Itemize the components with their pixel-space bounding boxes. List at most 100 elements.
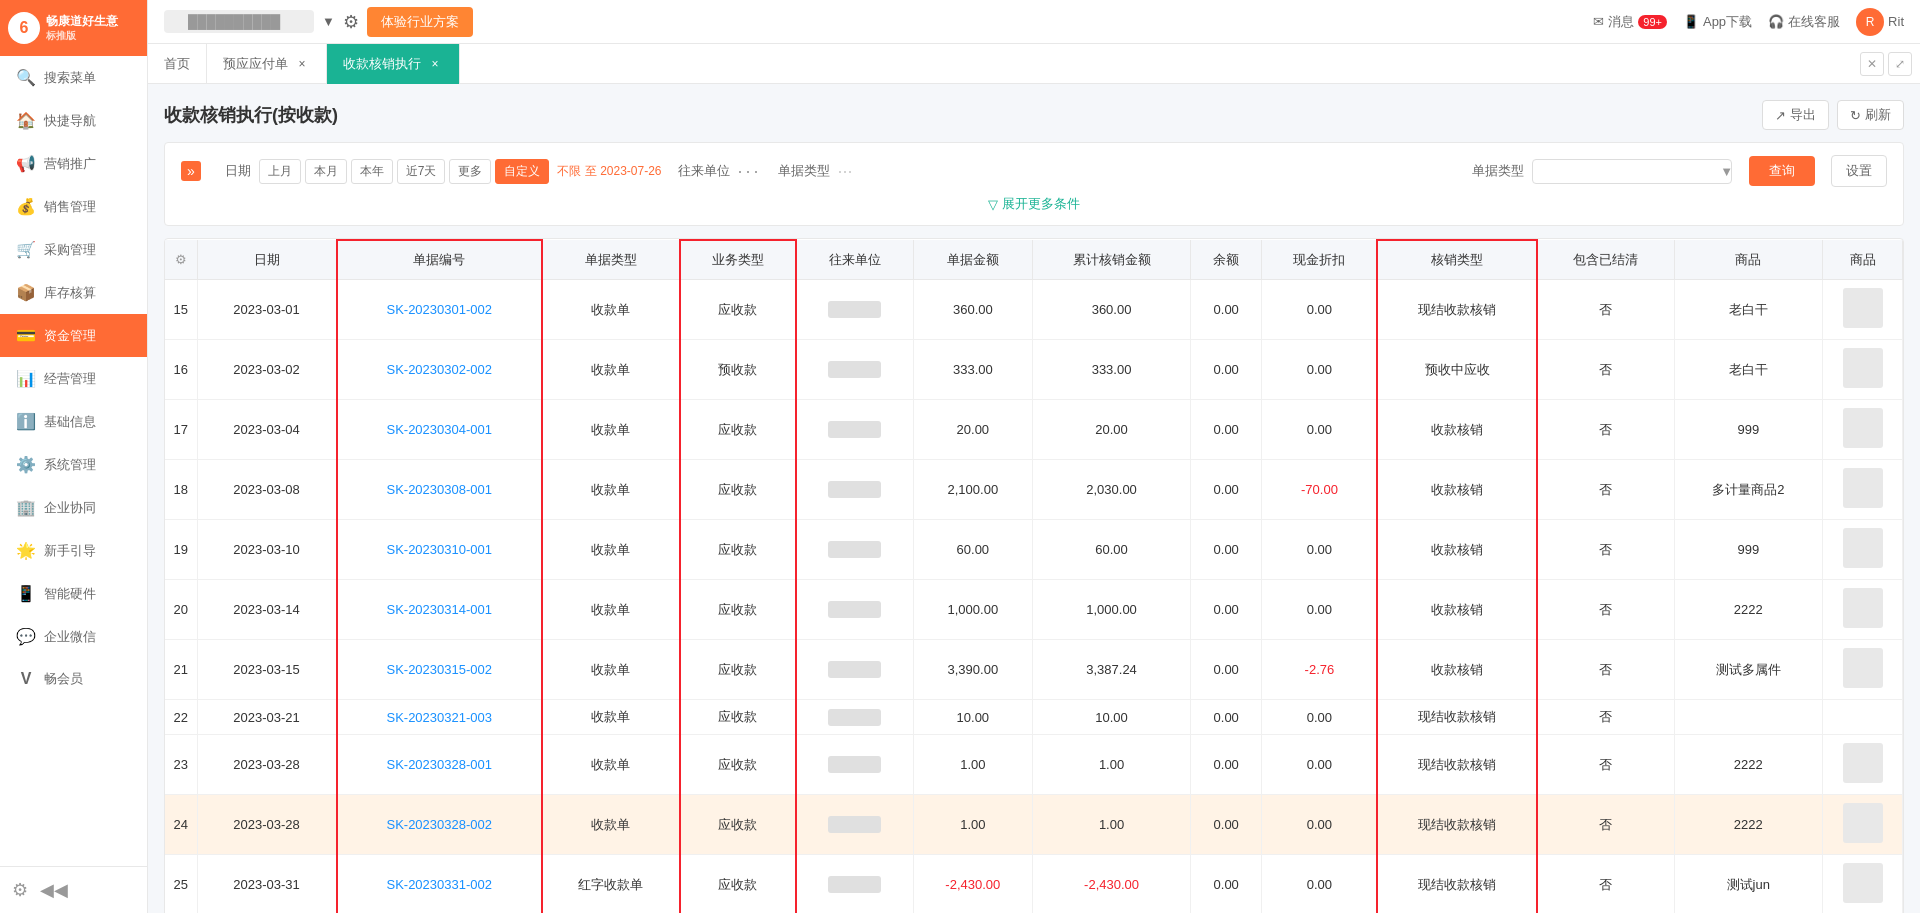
doc-no-link[interactable]: SK-20230301-002 [386,302,492,317]
online-service-btn[interactable]: 🎧 在线客服 [1768,13,1840,31]
sidebar-item-operations[interactable]: 📊 经营管理 [0,357,147,400]
doc-no-link[interactable]: SK-20230308-001 [386,482,492,497]
doc-no-link[interactable]: SK-20230315-002 [386,662,492,677]
doc-no-link[interactable]: SK-20230302-002 [386,362,492,377]
cell-doc-no: SK-20230308-001 [337,460,542,520]
wechat-icon: 💬 [16,627,36,646]
sidebar-item-sales[interactable]: 💰 销售管理 [0,185,147,228]
cell-doc-no: SK-20230301-002 [337,280,542,340]
message-btn[interactable]: ✉ 消息 99+ [1593,13,1667,31]
date-buttons: 上月 本月 本年 近7天 更多 自定义 [259,159,550,184]
doc-no-link[interactable]: SK-20230328-001 [386,757,492,772]
last-month-btn[interactable]: 上月 [259,159,301,184]
table-settings-icon[interactable]: ⚙ [175,252,187,267]
cell-partner: ████ [796,795,913,855]
collapse-icon[interactable]: ◀◀ [40,879,68,901]
sidebar-item-basic[interactable]: ℹ️ 基础信息 [0,400,147,443]
sidebar-item-newbie[interactable]: 🌟 新手引导 [0,529,147,572]
cell-amount: 60.00 [913,520,1033,580]
sidebar-item-member[interactable]: V 畅会员 [0,658,147,700]
solution-btn[interactable]: 体验行业方案 [367,7,473,37]
doc-no-link[interactable]: SK-20230310-001 [386,542,492,557]
finance-icon: 💳 [16,326,36,345]
smart-icon: 📱 [16,584,36,603]
sidebar-item-enterprise[interactable]: 🏢 企业协同 [0,486,147,529]
date-range-text: 不限 至 2023-07-26 [557,163,661,180]
query-btn[interactable]: 查询 [1749,156,1815,186]
col-included: 包含已结清 [1537,240,1674,280]
tab-fullscreen-btn[interactable]: ⤢ [1888,52,1912,76]
cell-verified: 20.00 [1033,400,1191,460]
cell-product2 [1823,280,1903,340]
tab-payable-close[interactable]: × [294,56,310,72]
cell-verified: 60.00 [1033,520,1191,580]
cell-included: 否 [1537,280,1674,340]
cell-amount: 1.00 [913,735,1033,795]
sidebar-item-wechat[interactable]: 💬 企业微信 [0,615,147,658]
export-btn[interactable]: ↗ 导出 [1762,100,1829,130]
cell-biz-type: 应收款 [680,580,796,640]
doc-type-select[interactable] [1532,159,1732,184]
tab-payable[interactable]: 预应应付单 × [207,44,327,84]
sidebar-item-smart[interactable]: 📱 智能硬件 [0,572,147,615]
date-range-display: 不限 至 2023-07-26 [557,163,661,180]
sidebar-item-purchase[interactable]: 🛒 采购管理 [0,228,147,271]
export-icon: ↗ [1775,108,1786,123]
col-settings: ⚙ [165,240,197,280]
cell-verified: 1.00 [1033,735,1191,795]
settings-footer-icon[interactable]: ⚙ [12,879,28,901]
expand-icon[interactable]: » [181,161,201,181]
cell-balance: 0.00 [1190,735,1261,795]
sidebar-item-shortcuts[interactable]: 🏠 快捷导航 [0,99,147,142]
cell-biz-type: 应收款 [680,640,796,700]
sidebar-item-marketing[interactable]: 📢 营销推广 [0,142,147,185]
app-download-btn[interactable]: 📱 App下载 [1683,13,1752,31]
sidebar-item-inventory[interactable]: 📦 库存核算 [0,271,147,314]
filter-expand-toggle[interactable]: » [181,161,201,181]
doc-no-link[interactable]: SK-20230328-002 [386,817,492,832]
filter-doc-type-right: 单据类型 ▼ [1472,159,1733,184]
cell-verify-type: 收款核销 [1377,460,1537,520]
cell-verify-type: 预收中应收 [1377,340,1537,400]
dropdown-arrow-icon[interactable]: ▼ [322,14,335,29]
main-content: ██████████ ▼ ⚙ 体验行业方案 ✉ 消息 99+ 📱 App下载 🎧… [148,0,1920,913]
user-avatar[interactable]: R Rit [1856,8,1904,36]
cell-partner: ████ [796,400,913,460]
partner-input[interactable]: ··· [738,161,762,182]
col-partner: 往来单位 [796,240,913,280]
more-btn[interactable]: 更多 [449,159,491,184]
sidebar-item-finance[interactable]: 💳 资金管理 [0,314,147,357]
sidebar-item-system[interactable]: ⚙️ 系统管理 [0,443,147,486]
tab-collection-close[interactable]: × [427,56,443,72]
this-month-btn[interactable]: 本月 [305,159,347,184]
message-icon: ✉ [1593,14,1604,29]
cell-included: 否 [1537,640,1674,700]
col-doc-type: 单据类型 [542,240,680,280]
cell-doc-type: 收款单 [542,280,680,340]
filter-settings-btn[interactable]: 设置 [1831,155,1887,187]
refresh-btn[interactable]: ↻ 刷新 [1837,100,1904,130]
cell-product2 [1823,520,1903,580]
cell-doc-type: 红字收款单 [542,855,680,914]
cell-partner: ████ [796,460,913,520]
cell-doc-type: 收款单 [542,580,680,640]
cell-discount: 0.00 [1262,340,1378,400]
this-year-btn[interactable]: 本年 [351,159,393,184]
doc-no-link[interactable]: SK-20230304-001 [386,422,492,437]
home-icon: 🏠 [16,111,36,130]
cell-discount: -2.76 [1262,640,1378,700]
tab-home[interactable]: 首页 [148,44,207,84]
tab-close-all-btn[interactable]: ✕ [1860,52,1884,76]
custom-btn[interactable]: 自定义 [495,159,549,184]
last-7days-btn[interactable]: 近7天 [397,159,446,184]
cell-product2 [1823,735,1903,795]
cell-date: 2023-03-02 [197,340,337,400]
tab-collection[interactable]: 收款核销执行 × [327,44,460,84]
expand-more-btn[interactable]: ▽ 展开更多条件 [988,195,1080,213]
topbar-gear-icon[interactable]: ⚙ [343,11,359,33]
cell-balance: 0.00 [1190,580,1261,640]
doc-no-link[interactable]: SK-20230314-001 [386,602,492,617]
sidebar-item-search[interactable]: 🔍 搜索菜单 [0,56,147,99]
doc-no-link[interactable]: SK-20230321-003 [386,710,492,725]
doc-no-link[interactable]: SK-20230331-002 [386,877,492,892]
